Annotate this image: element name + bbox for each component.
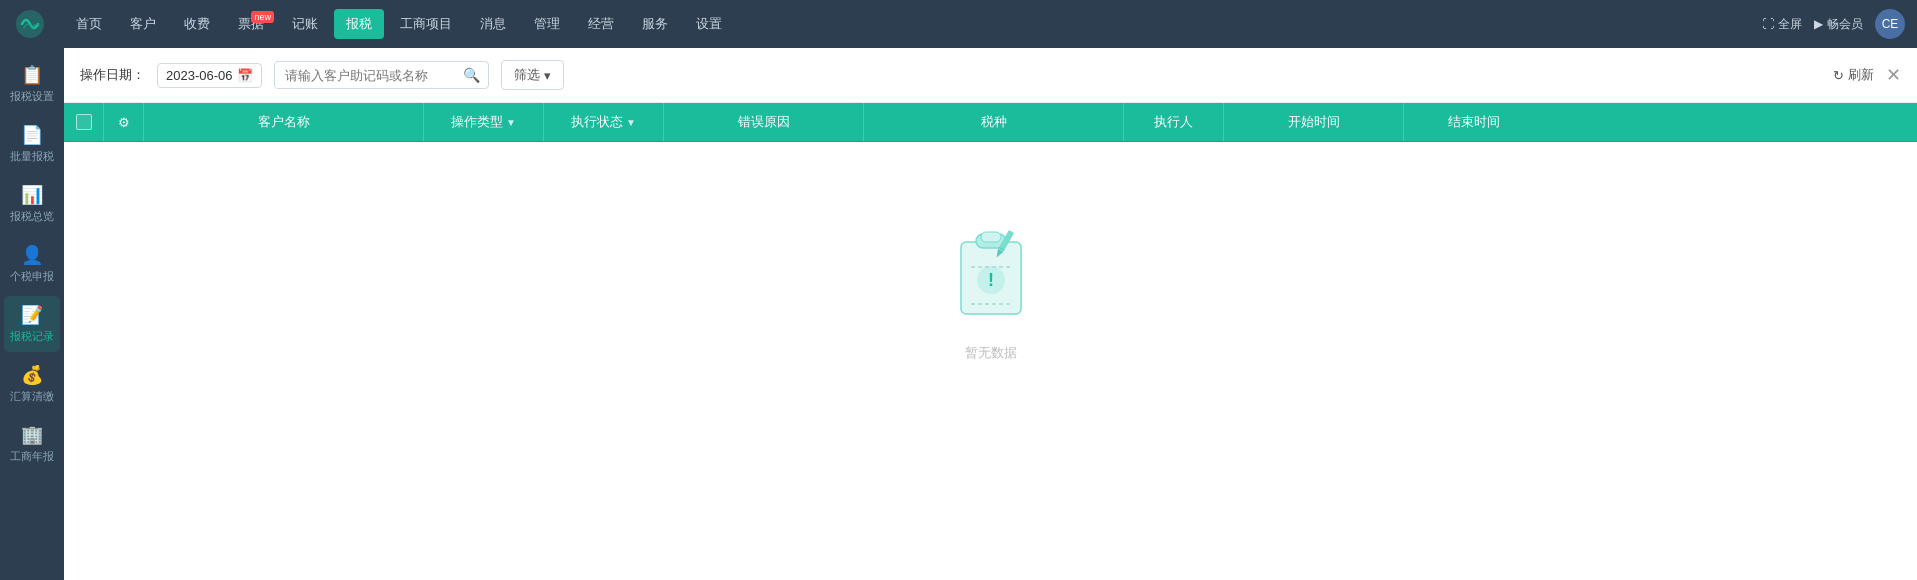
nav-item-business[interactable]: 工商项目 — [388, 9, 464, 39]
table-container: ⚙ 客户名称 操作类型 ▼ 执行状态 ▼ 错误原因 税种 — [64, 103, 1917, 580]
table-header: ⚙ 客户名称 操作类型 ▼ 执行状态 ▼ 错误原因 税种 — [64, 103, 1917, 142]
nav-item-settings[interactable]: 设置 — [684, 9, 734, 39]
sidebar-item-tax-overview[interactable]: 📊 报税总览 — [4, 176, 60, 232]
nav-item-home[interactable]: 首页 — [64, 9, 114, 39]
sidebar-item-label: 报税设置 — [10, 89, 54, 104]
nav-item-customer[interactable]: 客户 — [118, 9, 168, 39]
empty-text: 暂无数据 — [965, 344, 1017, 362]
settle-icon: 💰 — [21, 364, 43, 386]
tax-settings-icon: 📋 — [21, 64, 43, 86]
nav-item-account[interactable]: 记账 — [280, 9, 330, 39]
nav-item-invoice[interactable]: 票据new — [226, 9, 276, 39]
annual-icon: 🏢 — [21, 424, 43, 446]
th-exec-status[interactable]: 执行状态 ▼ — [544, 103, 664, 141]
th-client-name: 客户名称 — [144, 103, 424, 141]
svg-text:!: ! — [988, 270, 994, 290]
filter-button[interactable]: 筛选 ▾ — [501, 60, 564, 90]
svg-rect-3 — [981, 232, 1001, 242]
th-tax-type: 税种 — [864, 103, 1124, 141]
th-error-reason: 错误原因 — [664, 103, 864, 141]
tax-record-icon: 📝 — [21, 304, 43, 326]
sidebar-item-label: 工商年报 — [10, 449, 54, 464]
select-all-checkbox[interactable] — [76, 114, 92, 130]
sidebar-item-tax-record[interactable]: 📝 报税记录 — [4, 296, 60, 352]
sidebar-item-label: 批量报税 — [10, 149, 54, 164]
sidebar-item-batch-tax[interactable]: 📄 批量报税 — [4, 116, 60, 172]
search-wrap: 🔍 — [274, 61, 489, 89]
top-nav-right: ⛶ 全屏 ▶ 畅会员 CE — [1762, 9, 1905, 39]
member-btn[interactable]: ▶ 畅会员 — [1814, 16, 1863, 33]
sidebar-item-settle[interactable]: 💰 汇算清缴 — [4, 356, 60, 412]
empty-state: ! 暂无数据 — [941, 222, 1041, 362]
th-start-time: 开始时间 — [1224, 103, 1404, 141]
nav-badge: new — [251, 11, 274, 23]
th-executor: 执行人 — [1124, 103, 1224, 141]
app-logo[interactable] — [12, 6, 48, 42]
batch-tax-icon: 📄 — [21, 124, 43, 146]
nav-item-tax[interactable]: 报税 — [334, 9, 384, 39]
toolbar: 操作日期： 2023-06-06 📅 🔍 筛选 ▾ ↻ 刷新 ✕ — [64, 48, 1917, 103]
sidebar-item-label: 报税总览 — [10, 209, 54, 224]
calendar-icon: 📅 — [237, 68, 253, 83]
video-icon: ▶ — [1814, 17, 1823, 31]
nav-item-service[interactable]: 服务 — [630, 9, 680, 39]
nav-item-finance[interactable]: 经营 — [576, 9, 626, 39]
sort-icon: ▼ — [506, 117, 516, 128]
avatar[interactable]: CE — [1875, 9, 1905, 39]
refresh-icon: ↻ — [1833, 68, 1844, 83]
close-button[interactable]: ✕ — [1886, 66, 1901, 84]
th-settings[interactable]: ⚙ — [104, 103, 144, 141]
sidebar-item-tax-settings[interactable]: 📋 报税设置 — [4, 56, 60, 112]
nav-item-manage[interactable]: 管理 — [522, 9, 572, 39]
filter-label: 筛选 — [514, 66, 540, 84]
empty-illustration: ! — [941, 222, 1041, 332]
sidebar-item-annual[interactable]: 🏢 工商年报 — [4, 416, 60, 472]
search-input[interactable] — [275, 63, 455, 88]
settings-icon: ⚙ — [118, 115, 130, 130]
date-label: 操作日期： — [80, 66, 145, 84]
sidebar-item-label: 报税记录 — [10, 329, 54, 344]
sidebar: 📋 报税设置 📄 批量报税 📊 报税总览 👤 个税申报 📝 报税记录 💰 汇算清缴 🏢 工商年报 — [0, 48, 64, 580]
sidebar-item-personal-tax[interactable]: 👤 个税申报 — [4, 236, 60, 292]
nav-item-message[interactable]: 消息 — [468, 9, 518, 39]
nav-items: 首页客户收费票据new记账报税工商项目消息管理经营服务设置 — [64, 9, 1762, 39]
search-button[interactable]: 🔍 — [455, 62, 488, 88]
sort-icon: ▼ — [626, 117, 636, 128]
date-picker[interactable]: 2023-06-06 📅 — [157, 63, 262, 88]
table-body: ! 暂无数据 — [64, 142, 1917, 442]
chevron-down-icon: ▾ — [544, 68, 551, 83]
th-op-type[interactable]: 操作类型 ▼ — [424, 103, 544, 141]
fullscreen-icon: ⛶ — [1762, 17, 1774, 31]
fullscreen-btn[interactable]: ⛶ 全屏 — [1762, 16, 1802, 33]
th-end-time: 结束时间 — [1404, 103, 1544, 141]
refresh-button[interactable]: ↻ 刷新 — [1833, 66, 1874, 84]
tax-overview-icon: 📊 — [21, 184, 43, 206]
top-nav: 首页客户收费票据new记账报税工商项目消息管理经营服务设置 ⛶ 全屏 ▶ 畅会员… — [0, 0, 1917, 48]
nav-item-fee[interactable]: 收费 — [172, 9, 222, 39]
personal-tax-icon: 👤 — [21, 244, 43, 266]
sidebar-item-label: 个税申报 — [10, 269, 54, 284]
sidebar-item-label: 汇算清缴 — [10, 389, 54, 404]
date-value: 2023-06-06 — [166, 68, 233, 83]
th-checkbox[interactable] — [64, 103, 104, 141]
main-layout: 📋 报税设置 📄 批量报税 📊 报税总览 👤 个税申报 📝 报税记录 💰 汇算清缴 🏢 工商年报 操作日期… — [0, 48, 1917, 580]
content-area: 操作日期： 2023-06-06 📅 🔍 筛选 ▾ ↻ 刷新 ✕ — [64, 48, 1917, 580]
